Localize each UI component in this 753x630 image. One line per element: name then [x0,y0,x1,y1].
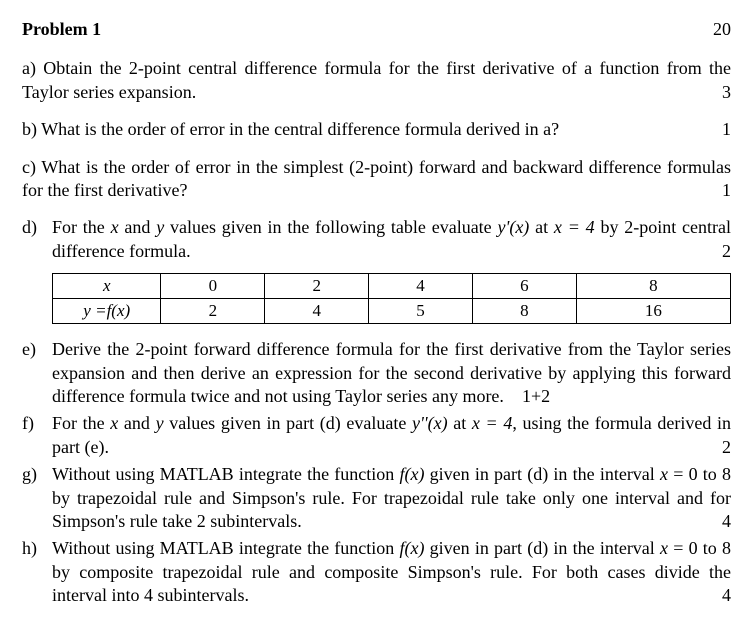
table-header-fx: f(x) [107,301,131,320]
ypp: y''(x) [412,413,448,433]
t: For the [52,217,111,237]
part-b: b) What is the order of error in the cen… [22,118,731,141]
part-d-points: 2 [722,240,731,263]
t: at [448,413,472,433]
part-a-points: 3 [722,81,731,104]
data-table: x 0 2 4 6 8 y =f(x) 2 4 5 8 16 [52,273,731,324]
t: values given in part (d) evaluate [164,413,412,433]
var-x: x [660,538,668,558]
part-h: h) Without using MATLAB integrate the fu… [22,537,731,607]
part-d-body: For the x and y values given in the foll… [52,216,731,263]
part-e-body: Derive the 2-point forward difference fo… [52,338,731,408]
part-h-points: 4 [722,584,731,607]
t: given in part (d) in the interval [424,538,660,558]
table-row: x 0 2 4 6 8 [53,274,731,299]
part-e: e) Derive the 2-point forward difference… [22,338,731,408]
t: given in part (d) in the interval [424,464,660,484]
var-y: y [156,413,164,433]
cell: 16 [576,299,730,324]
t: and [119,217,157,237]
part-f-points: 2 [722,436,731,459]
t: For the [52,413,110,433]
part-d-marker: d) [22,216,52,263]
cell: 2 [161,299,265,324]
var-x: x [660,464,668,484]
part-c-points: 1 [722,179,731,202]
fx: f(x) [399,538,424,558]
eq: x = 4 [554,217,595,237]
part-a: a) Obtain the 2-point central difference… [22,57,731,104]
part-f-marker: f) [22,412,52,459]
part-a-text: a) Obtain the 2-point central difference… [22,58,731,101]
problem-header: Problem 1 20 [22,18,731,41]
part-c: c) What is the order of error in the sim… [22,156,731,203]
part-b-points: 1 [722,118,731,141]
part-b-text: b) What is the order of error in the cen… [22,119,559,139]
yprime: y'(x) [497,217,529,237]
part-g-body: Without using MATLAB integrate the funct… [52,463,731,533]
var-y: y [156,217,164,237]
part-e-points: 1+2 [522,386,550,406]
part-e-marker: e) [22,338,52,408]
part-g: g) Without using MATLAB integrate the fu… [22,463,731,533]
t: y = [83,301,106,320]
cell: 8 [576,274,730,299]
cell: 4 [265,299,369,324]
part-h-marker: h) [22,537,52,607]
cell: 5 [369,299,473,324]
t: and [118,413,155,433]
t: at [529,217,554,237]
problem-total-points: 20 [713,18,731,41]
cell: 4 [369,274,473,299]
table-header-x: x [103,276,111,295]
table-row: y =f(x) 2 4 5 8 16 [53,299,731,324]
t: Without using MATLAB integrate the funct… [52,464,399,484]
fx: f(x) [399,464,424,484]
eq: x = 4 [472,413,512,433]
part-g-marker: g) [22,463,52,533]
part-d: d) For the x and y values given in the f… [22,216,731,263]
cell: 2 [265,274,369,299]
part-g-points: 4 [722,510,731,533]
part-c-text: c) What is the order of error in the sim… [22,157,731,200]
t: Without using MATLAB integrate the funct… [52,538,399,558]
part-f: f) For the x and y values given in part … [22,412,731,459]
var-x: x [111,217,119,237]
part-e-text: Derive the 2-point forward difference fo… [52,339,731,406]
part-h-body: Without using MATLAB integrate the funct… [52,537,731,607]
t: values given in the following table eval… [164,217,497,237]
cell: 6 [472,274,576,299]
cell: 8 [472,299,576,324]
problem-title: Problem 1 [22,18,101,41]
part-f-body: For the x and y values given in part (d)… [52,412,731,459]
cell: 0 [161,274,265,299]
